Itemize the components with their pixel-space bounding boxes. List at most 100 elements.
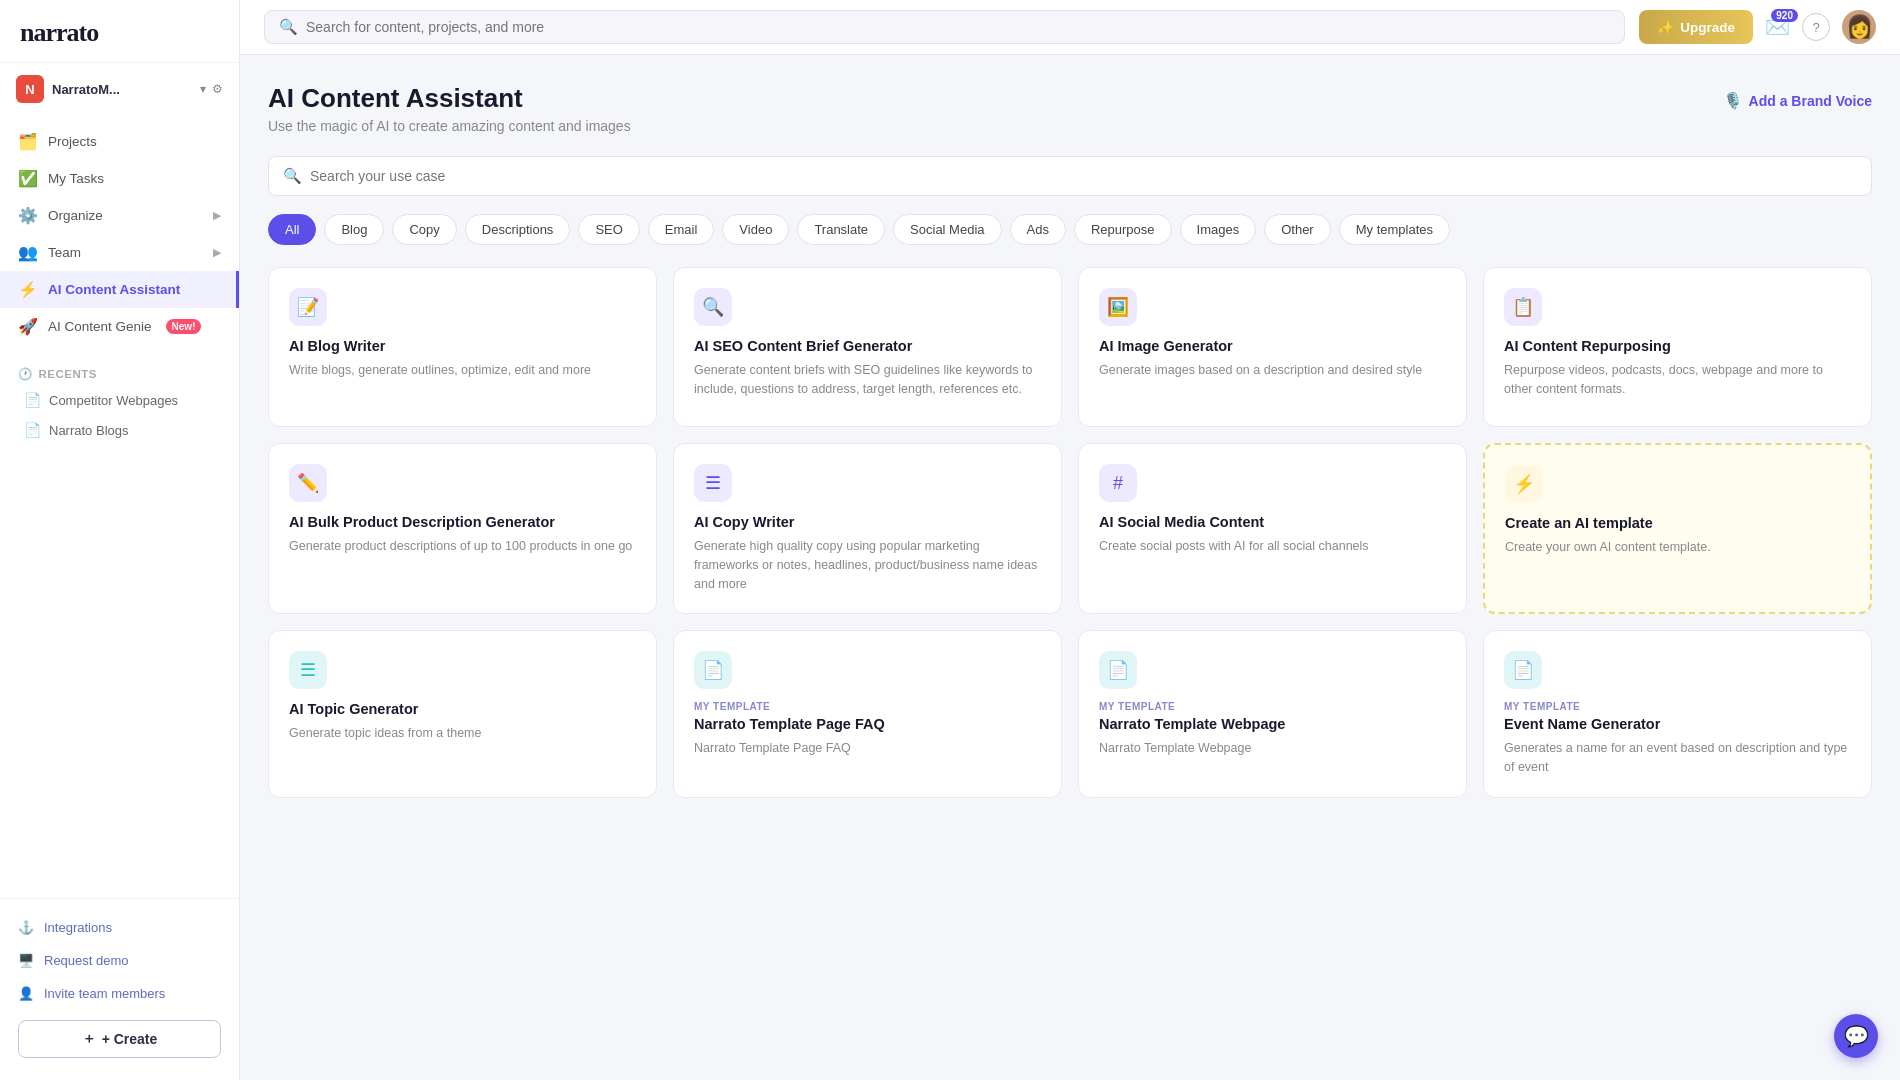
gear-icon[interactable]: ⚙ (212, 82, 223, 96)
card-desc-repurposing: Repurpose videos, podcasts, docs, webpag… (1504, 361, 1851, 399)
card-desc-bulk-product: Generate product descriptions of up to 1… (289, 537, 636, 556)
workspace-avatar: N (16, 75, 44, 103)
sidebar-item-ai-content-genie[interactable]: 🚀 AI Content Genie New! (0, 308, 239, 345)
card-ai-seo-brief[interactable]: 🔍 AI SEO Content Brief Generator Generat… (673, 267, 1062, 427)
filter-pill-ads[interactable]: Ads (1010, 214, 1066, 245)
recent-narrato-blogs[interactable]: 📄 Narrato Blogs (0, 415, 239, 445)
filter-pill-copy[interactable]: Copy (392, 214, 456, 245)
card-icon-event-name: 📄 (1504, 651, 1542, 689)
sidebar-label-ai-content-genie: AI Content Genie (48, 319, 152, 334)
card-icon-template-webpage: 📄 (1099, 651, 1137, 689)
card-desc-event-name: Generates a name for an event based on d… (1504, 739, 1851, 777)
filter-pill-translate[interactable]: Translate (797, 214, 885, 245)
card-desc-topic-generator: Generate topic ideas from a theme (289, 724, 636, 743)
sidebar-item-team[interactable]: 👥 Team ▶ (0, 234, 239, 271)
card-icon-copy-writer: ☰ (694, 464, 732, 502)
bottom-link-request-demo[interactable]: 🖥️ Request demo (0, 944, 239, 977)
sidebar-item-my-tasks[interactable]: ✅ My Tasks (0, 160, 239, 197)
card-title-copy-writer: AI Copy Writer (694, 514, 1041, 530)
card-narrato-template-webpage[interactable]: 📄 MY TEMPLATE Narrato Template Webpage N… (1078, 630, 1467, 798)
sidebar-item-organize[interactable]: ⚙️ Organize ▶ (0, 197, 239, 234)
card-icon-image: 🖼️ (1099, 288, 1137, 326)
user-avatar[interactable]: 👩 (1842, 10, 1876, 44)
card-ai-image-generator[interactable]: 🖼️ AI Image Generator Generate images ba… (1078, 267, 1467, 427)
tasks-icon: ✅ (18, 169, 38, 188)
filter-pill-all[interactable]: All (268, 214, 316, 245)
card-desc-template-faq: Narrato Template Page FAQ (694, 739, 1041, 758)
card-narrato-template-faq[interactable]: 📄 MY TEMPLATE Narrato Template Page FAQ … (673, 630, 1062, 798)
filter-pill-repurpose[interactable]: Repurpose (1074, 214, 1172, 245)
filter-pills: All Blog Copy Descriptions SEO Email Vid… (268, 214, 1872, 245)
card-title-blog: AI Blog Writer (289, 338, 636, 354)
page-header: AI Content Assistant Use the magic of AI… (268, 83, 1872, 134)
card-title-topic-generator: AI Topic Generator (289, 701, 636, 717)
notification-icon[interactable]: ✉️ 920 (1765, 15, 1790, 39)
plus-icon: ＋ (82, 1030, 96, 1048)
chevron-down-icon[interactable]: ▾ (200, 82, 206, 96)
ai-genie-icon: 🚀 (18, 317, 38, 336)
organize-arrow-icon: ▶ (213, 209, 221, 222)
clock-icon: 🕐 (18, 367, 33, 381)
bottom-link-invite-team[interactable]: 👤 Invite team members (0, 977, 239, 1010)
card-desc-create-template: Create your own AI content template. (1505, 538, 1850, 557)
card-badge-webpage: MY TEMPLATE (1099, 701, 1446, 712)
card-title-repurposing: AI Content Repurposing (1504, 338, 1851, 354)
mic-icon: 🎙️ (1723, 91, 1743, 110)
cards-grid: 📝 AI Blog Writer Write blogs, generate o… (268, 267, 1872, 798)
create-button[interactable]: ＋ + Create (18, 1020, 221, 1058)
sidebar-bottom: ⚓ Integrations 🖥️ Request demo 👤 Invite … (0, 898, 239, 1080)
recent-competitor-webpages[interactable]: 📄 Competitor Webpages (0, 385, 239, 415)
page-subtitle: Use the magic of AI to create amazing co… (268, 118, 631, 134)
card-desc-image: Generate images based on a description a… (1099, 361, 1446, 380)
card-title-seo: AI SEO Content Brief Generator (694, 338, 1041, 354)
upgrade-button[interactable]: ✨ Upgrade (1639, 10, 1753, 44)
card-ai-social-media[interactable]: # AI Social Media Content Create social … (1078, 443, 1467, 614)
recent-label-competitor: Competitor Webpages (49, 393, 178, 408)
card-title-template-faq: Narrato Template Page FAQ (694, 716, 1041, 732)
upgrade-label: Upgrade (1680, 20, 1735, 35)
card-event-name-generator[interactable]: 📄 MY TEMPLATE Event Name Generator Gener… (1483, 630, 1872, 798)
card-title-event-name: Event Name Generator (1504, 716, 1851, 732)
help-button[interactable]: ? (1802, 13, 1830, 41)
sidebar-label-organize: Organize (48, 208, 103, 223)
workspace-selector[interactable]: N NarratoM... ▾ ⚙ (0, 63, 239, 115)
filter-pill-images[interactable]: Images (1180, 214, 1257, 245)
filter-pill-social-media[interactable]: Social Media (893, 214, 1001, 245)
filter-pill-email[interactable]: Email (648, 214, 715, 245)
card-ai-topic-generator[interactable]: ☰ AI Topic Generator Generate topic idea… (268, 630, 657, 798)
chat-bubble-button[interactable]: 💬 (1834, 1014, 1878, 1058)
card-desc-social-media: Create social posts with AI for all soci… (1099, 537, 1446, 556)
card-icon-social-media: # (1099, 464, 1137, 502)
card-title-social-media: AI Social Media Content (1099, 514, 1446, 530)
card-ai-bulk-product[interactable]: ✏️ AI Bulk Product Description Generator… (268, 443, 657, 614)
filter-pill-video[interactable]: Video (722, 214, 789, 245)
filter-pill-my-templates[interactable]: My templates (1339, 214, 1450, 245)
global-search-box[interactable]: 🔍 (264, 10, 1625, 44)
search-icon: 🔍 (279, 18, 298, 36)
usecase-search-box[interactable]: 🔍 (268, 156, 1872, 196)
card-ai-copy-writer[interactable]: ☰ AI Copy Writer Generate high quality c… (673, 443, 1062, 614)
filter-pill-descriptions[interactable]: Descriptions (465, 214, 571, 245)
create-label: + Create (102, 1031, 158, 1047)
bottom-label-request-demo: Request demo (44, 953, 129, 968)
bottom-link-integrations[interactable]: ⚓ Integrations (0, 911, 239, 944)
topbar: 🔍 ✨ Upgrade ✉️ 920 ? 👩 (240, 0, 1900, 55)
filter-pill-other[interactable]: Other (1264, 214, 1331, 245)
usecase-search-icon: 🔍 (283, 167, 302, 185)
filter-pill-seo[interactable]: SEO (578, 214, 639, 245)
filter-pill-blog[interactable]: Blog (324, 214, 384, 245)
sparkle-icon: ✨ (1657, 19, 1674, 35)
usecase-search-input[interactable] (310, 168, 1857, 184)
card-title-image: AI Image Generator (1099, 338, 1446, 354)
card-ai-content-repurposing[interactable]: 📋 AI Content Repurposing Repurpose video… (1483, 267, 1872, 427)
card-create-ai-template[interactable]: ⚡ Create an AI template Create your own … (1483, 443, 1872, 614)
card-icon-template-faq: 📄 (694, 651, 732, 689)
team-icon: 👥 (18, 243, 38, 262)
add-brand-voice-button[interactable]: 🎙️ Add a Brand Voice (1723, 83, 1872, 118)
card-badge-event: MY TEMPLATE (1504, 701, 1851, 712)
sidebar-item-projects[interactable]: 🗂️ Projects (0, 123, 239, 160)
card-desc-seo: Generate content briefs with SEO guideli… (694, 361, 1041, 399)
sidebar-item-ai-content-assistant[interactable]: ⚡ AI Content Assistant (0, 271, 239, 308)
card-ai-blog-writer[interactable]: 📝 AI Blog Writer Write blogs, generate o… (268, 267, 657, 427)
global-search-input[interactable] (306, 19, 1610, 35)
